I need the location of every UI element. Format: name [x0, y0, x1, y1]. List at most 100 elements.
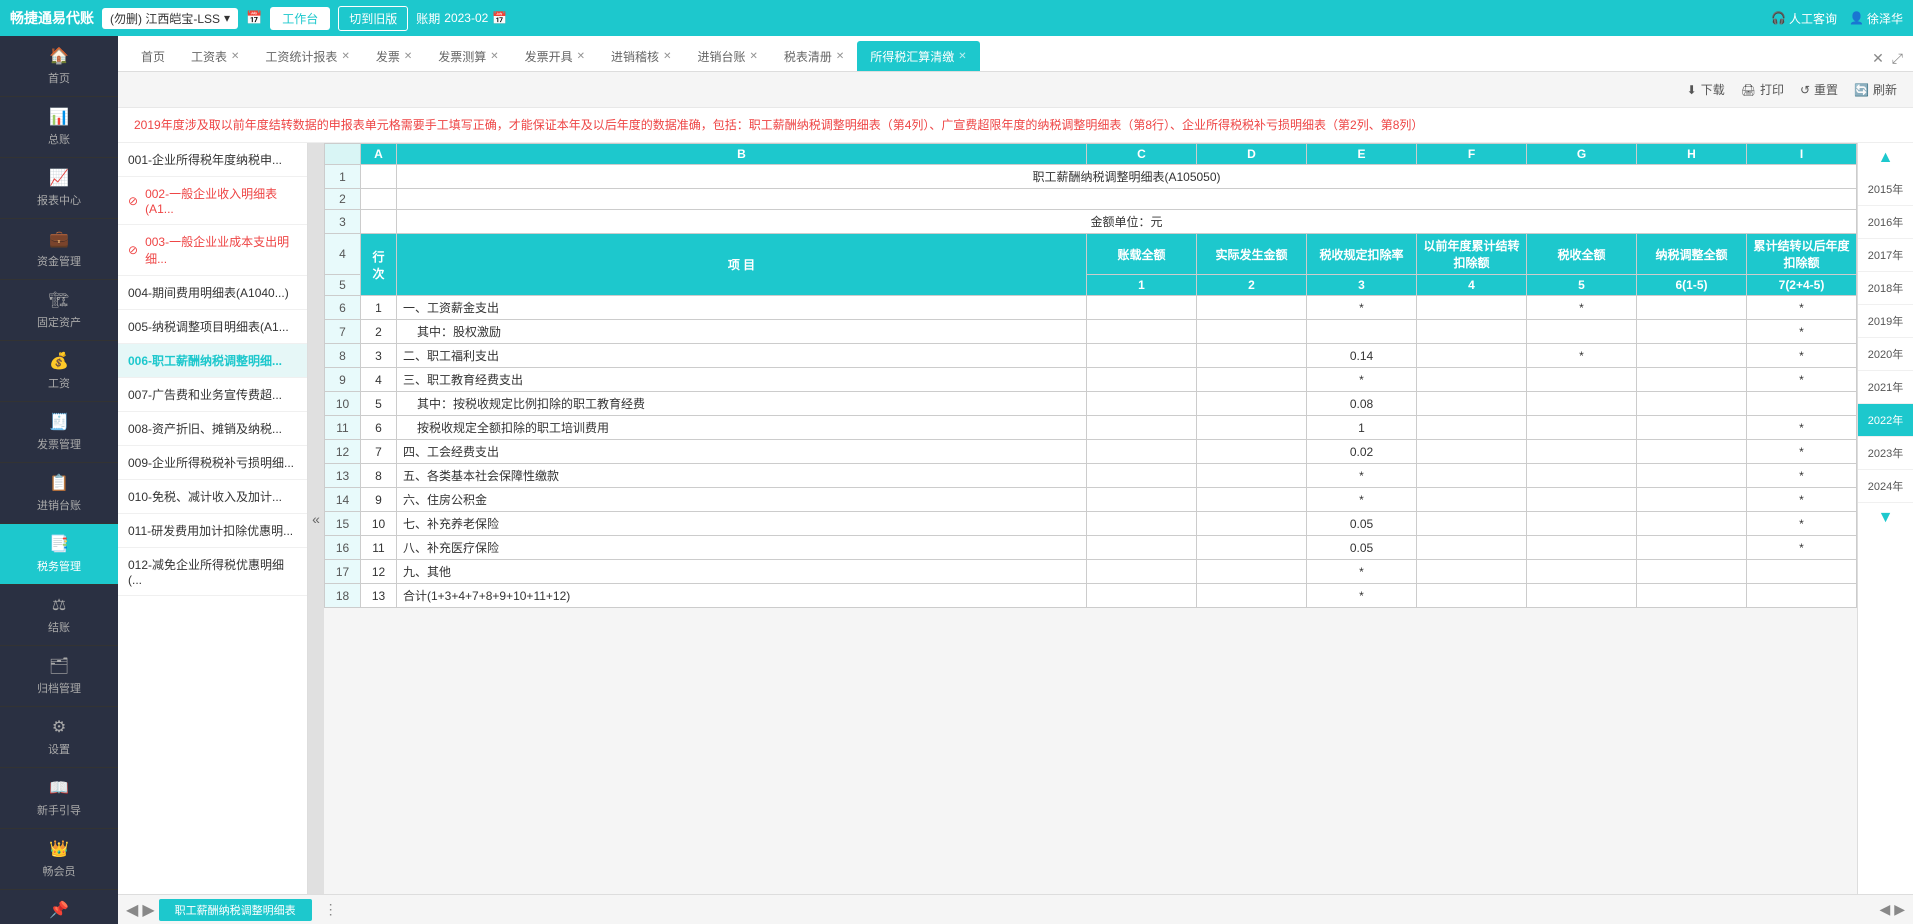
old-version-button[interactable]: 切到旧版 — [338, 6, 408, 31]
tab-income-tax[interactable]: 所得税汇算清缴 ✕ — [857, 41, 979, 71]
cell-12-e[interactable]: 0.02 — [1307, 440, 1417, 464]
list-item-007[interactable]: 007-广告费和业务宣传费超... — [118, 378, 307, 412]
cell-17-f[interactable] — [1417, 560, 1527, 584]
table-row[interactable]: 13 8 五、各类基本社会保障性缴款 * * — [325, 464, 1857, 488]
cell-18-d[interactable] — [1197, 584, 1307, 608]
cell-14-g[interactable] — [1527, 488, 1637, 512]
collapse-button[interactable]: « — [308, 143, 324, 894]
table-row[interactable]: 14 9 六、住房公积金 * * — [325, 488, 1857, 512]
year-item-2019[interactable]: 2019年 — [1858, 305, 1913, 338]
cell-8-h[interactable] — [1637, 344, 1747, 368]
cell-18-e[interactable]: * — [1307, 584, 1417, 608]
tab-bar-expand-icon[interactable]: ⤢ — [1892, 50, 1903, 67]
cell-7-num[interactable]: 2 — [361, 320, 397, 344]
list-item-003[interactable]: ⊘ 003-一般企业业成本支出明细... — [118, 225, 307, 276]
cell-8-e[interactable]: 0.14 — [1307, 344, 1417, 368]
cell-6-g[interactable]: * — [1527, 296, 1637, 320]
cell-13-d[interactable] — [1197, 464, 1307, 488]
cell-17-e[interactable]: * — [1307, 560, 1417, 584]
cell-17-c[interactable] — [1087, 560, 1197, 584]
cell-13-e[interactable]: * — [1307, 464, 1417, 488]
cell-6-project[interactable]: 一、工资薪金支出 — [397, 296, 1087, 320]
cell-7-i[interactable]: * — [1747, 320, 1857, 344]
cell-13-h[interactable] — [1637, 464, 1747, 488]
calendar-icon[interactable]: 📅 — [246, 10, 262, 26]
table-row[interactable]: 16 11 八、补充医疗保险 0.05 * — [325, 536, 1857, 560]
sidebar-item-guide[interactable]: 📖 新手引导 — [0, 768, 118, 829]
cell-6-d[interactable] — [1197, 296, 1307, 320]
tab-close-payroll-stat[interactable]: ✕ — [341, 51, 349, 62]
year-item-2024[interactable]: 2024年 — [1858, 470, 1913, 503]
sidebar-item-settlement[interactable]: ⚖ 结账 — [0, 585, 118, 646]
cell-12-h[interactable] — [1637, 440, 1747, 464]
cell-12-i[interactable]: * — [1747, 440, 1857, 464]
tab-purchase-check[interactable]: 进销稽核 ✕ — [598, 41, 684, 71]
calendar-icon2[interactable]: 📅 — [492, 11, 507, 25]
cell-17-i[interactable] — [1747, 560, 1857, 584]
cell-13-c[interactable] — [1087, 464, 1197, 488]
cell-10-h[interactable] — [1637, 392, 1747, 416]
cell-13-g[interactable] — [1527, 464, 1637, 488]
refresh-button[interactable]: 🔄 刷新 — [1854, 81, 1897, 98]
table-row[interactable]: 18 13 合计(1+3+4+7+8+9+10+11+12) * — [325, 584, 1857, 608]
cell-9-g[interactable] — [1527, 368, 1637, 392]
cell-10-f[interactable] — [1417, 392, 1527, 416]
cell-8-i[interactable]: * — [1747, 344, 1857, 368]
bottom-scroll-left[interactable]: ◀ — [1879, 901, 1890, 918]
year-item-2017[interactable]: 2017年 — [1858, 239, 1913, 272]
cell-7-c[interactable] — [1087, 320, 1197, 344]
workspace-button[interactable]: 工作台 — [270, 7, 330, 30]
tab-home[interactable]: 首页 — [128, 41, 178, 71]
cell-9-d[interactable] — [1197, 368, 1307, 392]
tab-close-invoice-calc[interactable]: ✕ — [490, 51, 498, 62]
cell-16-g[interactable] — [1527, 536, 1637, 560]
cell-9-e[interactable]: * — [1307, 368, 1417, 392]
cell-9-i[interactable]: * — [1747, 368, 1857, 392]
year-item-2022[interactable]: 2022年 — [1858, 404, 1913, 437]
bottom-scroll-right[interactable]: ▶ — [1894, 901, 1905, 918]
cell-9-project[interactable]: 三、职工教育经费支出 — [397, 368, 1087, 392]
scroll-left-icon[interactable]: ◀ — [126, 900, 138, 920]
cell-16-c[interactable] — [1087, 536, 1197, 560]
cell-12-num[interactable]: 7 — [361, 440, 397, 464]
sidebar-item-archive[interactable]: 🗂 归档管理 — [0, 646, 118, 707]
cell-17-d[interactable] — [1197, 560, 1307, 584]
year-item-2018[interactable]: 2018年 — [1858, 272, 1913, 305]
cell-18-c[interactable] — [1087, 584, 1197, 608]
cell-13-project[interactable]: 五、各类基本社会保障性缴款 — [397, 464, 1087, 488]
scroll-right-icon[interactable]: ▶ — [142, 900, 154, 920]
cell-17-g[interactable] — [1527, 560, 1637, 584]
sidebar-item-home[interactable]: 🏠 首页 — [0, 36, 118, 97]
cell-10-c[interactable] — [1087, 392, 1197, 416]
cell-12-d[interactable] — [1197, 440, 1307, 464]
spreadsheet-area[interactable]: A B C D E F G H I — [324, 143, 1857, 894]
cell-11-num[interactable]: 6 — [361, 416, 397, 440]
cell-16-project[interactable]: 八、补充医疗保险 — [397, 536, 1087, 560]
list-item-010[interactable]: 010-免税、减计收入及加计... — [118, 480, 307, 514]
list-item-006[interactable]: 006-职工薪酬纳税调整明细... — [118, 344, 307, 378]
sidebar-item-settings[interactable]: ⚙ 设置 — [0, 707, 118, 768]
sidebar-item-invoice[interactable]: 🧾 发票管理 — [0, 402, 118, 463]
cell-6-e[interactable]: * — [1307, 296, 1417, 320]
table-row[interactable]: 11 6 按税收规定全额扣除的职工培训费用 1 * — [325, 416, 1857, 440]
tab-close-purchase-check[interactable]: ✕ — [663, 51, 671, 62]
cell-15-d[interactable] — [1197, 512, 1307, 536]
cell-16-h[interactable] — [1637, 536, 1747, 560]
list-item-001[interactable]: 001-企业所得税年度纳税申... — [118, 143, 307, 177]
cell-15-project[interactable]: 七、补充养老保险 — [397, 512, 1087, 536]
cell-11-f[interactable] — [1417, 416, 1527, 440]
cell-15-f[interactable] — [1417, 512, 1527, 536]
year-item-2020[interactable]: 2020年 — [1858, 338, 1913, 371]
cell-11-e[interactable]: 1 — [1307, 416, 1417, 440]
cell-15-g[interactable] — [1527, 512, 1637, 536]
cell-9-c[interactable] — [1087, 368, 1197, 392]
cell-16-e[interactable]: 0.05 — [1307, 536, 1417, 560]
sidebar-item-payroll[interactable]: 💰 工资 — [0, 341, 118, 402]
cell-15-h[interactable] — [1637, 512, 1747, 536]
cell-11-h[interactable] — [1637, 416, 1747, 440]
list-item-005[interactable]: 005-纳税调整项目明细表(A1... — [118, 310, 307, 344]
sidebar-item-tax-mgmt[interactable]: 📑 税务管理 — [0, 524, 118, 585]
cell-6-c[interactable] — [1087, 296, 1197, 320]
cell-16-i[interactable]: * — [1747, 536, 1857, 560]
cell-8-d[interactable] — [1197, 344, 1307, 368]
